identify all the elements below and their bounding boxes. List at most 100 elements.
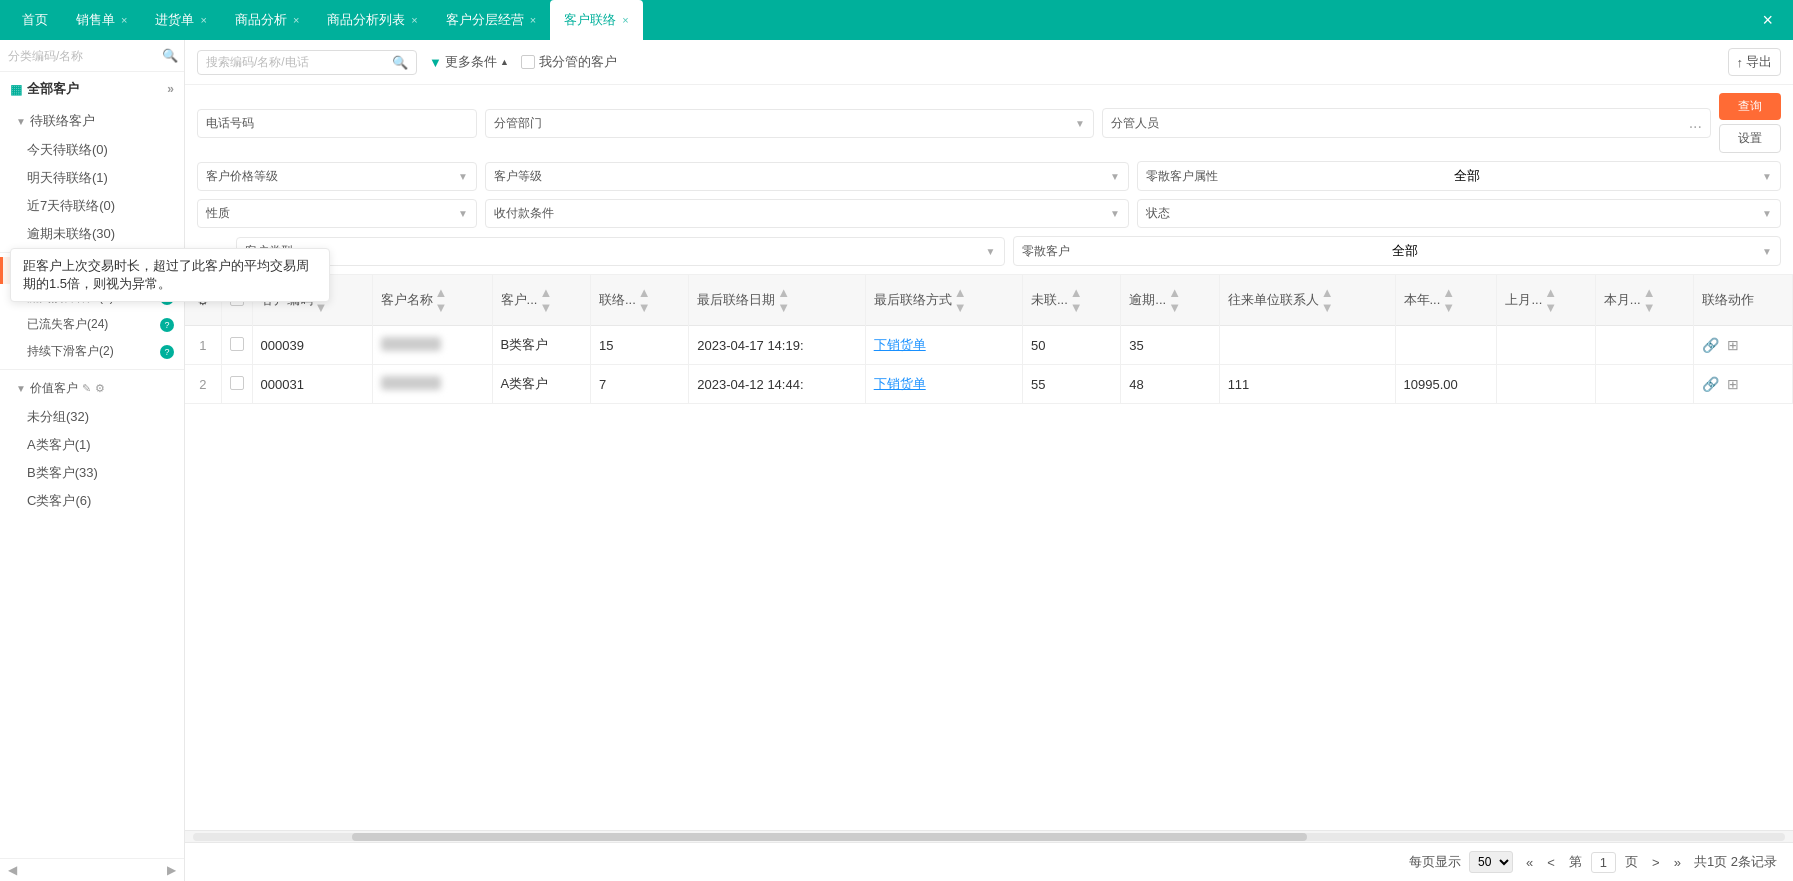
th-last-contact-date: 最后联络日期 ▲▼ <box>689 275 865 326</box>
nav-analysis-list[interactable]: 商品分析列表 × <box>313 0 431 40</box>
price-level-filter[interactable]: 客户价格等级 ▼ <box>197 162 477 191</box>
row1-grid-icon[interactable]: ⊞ <box>1727 337 1739 353</box>
sidebar-scroll-right[interactable]: ▶ <box>167 863 176 877</box>
row2-this-year: 10995.00 <box>1395 365 1497 404</box>
nav-sales[interactable]: 销售单 × <box>62 0 141 40</box>
scrollbar-thumb[interactable] <box>352 833 1307 841</box>
manager-filter[interactable]: 分管人员 ... <box>1102 108 1711 138</box>
advanced-filters: 电话号码 分管部门 ▼ 分管人员 ... 查询 设置 客户价格等级 <box>185 85 1793 275</box>
gender-filter[interactable]: 性质 ▼ <box>197 199 477 228</box>
row1-index: 1 <box>185 326 221 365</box>
row1-checkbox-icon[interactable] <box>230 337 244 351</box>
last-page-button[interactable]: » <box>1669 853 1686 872</box>
window-close-button[interactable]: × <box>1750 10 1785 31</box>
sidebar-scroll-left[interactable]: ◀ <box>8 863 17 877</box>
retail-attr-filter[interactable]: 零散客户属性 全部 ▼ <box>1137 161 1781 191</box>
search-icon[interactable]: 🔍 <box>392 55 408 70</box>
nav-analysis-list-close[interactable]: × <box>411 14 417 26</box>
row1-checkbox[interactable] <box>221 326 252 365</box>
nav-purchase[interactable]: 进货单 × <box>141 0 220 40</box>
sidebar-search-icon[interactable]: 🔍 <box>162 48 178 63</box>
row2-checkbox[interactable] <box>221 365 252 404</box>
first-page-button[interactable]: « <box>1521 853 1538 872</box>
row2-contact-method-link[interactable]: 下销货单 <box>874 376 926 391</box>
settings-button[interactable]: 设置 <box>1719 124 1781 153</box>
row2-grid-icon[interactable]: ⊞ <box>1727 376 1739 392</box>
value-customer-label: 价值客户 <box>30 380 78 397</box>
nav-sales-close[interactable]: × <box>121 14 127 26</box>
per-page-select[interactable]: 50 <box>1469 851 1513 873</box>
nav-home[interactable]: 首页 <box>8 0 62 40</box>
row2-name-blur <box>381 376 441 390</box>
sidebar-item-today[interactable]: 今天待联络(0) <box>0 136 184 164</box>
th-overdue-label: 逾期... <box>1129 291 1166 309</box>
sidebar-search-input[interactable] <box>8 49 158 63</box>
sidebar-item-tomorrow[interactable]: 明天待联络(1) <box>0 164 184 192</box>
b-class-label: B类客户(33) <box>27 465 98 480</box>
customer-type-filter[interactable]: 客户类型 ▼ <box>236 237 1005 266</box>
sidebar-item-a-class[interactable]: A类客户(1) <box>0 431 184 459</box>
collapse-icon[interactable]: » <box>167 82 174 96</box>
nav-purchase-close[interactable]: × <box>200 14 206 26</box>
department-filter[interactable]: 分管部门 ▼ <box>485 109 1094 138</box>
row2-checkbox-icon[interactable] <box>230 376 244 390</box>
prev-page-button[interactable]: < <box>1542 853 1560 872</box>
sidebar-item-c-class[interactable]: C类客户(6) <box>0 487 184 515</box>
edit-icon[interactable]: ✎ <box>82 382 91 395</box>
phone-filter[interactable]: 电话号码 <box>197 109 477 138</box>
retail-attr-label: 零散客户属性 <box>1146 168 1448 185</box>
table-row: 1 000039 B类客户 <box>185 326 1793 365</box>
row1-last-contact-method: 下销货单 <box>865 326 1022 365</box>
th-action-label: 联络动作 <box>1702 292 1754 307</box>
sidebar-search-area: 🔍 <box>0 40 184 72</box>
more-conditions-label: 更多条件 <box>445 53 497 71</box>
row1-customer-type: B类客户 <box>492 326 590 365</box>
all-customers-header[interactable]: ▦ 全部客户 » <box>0 72 184 106</box>
filter-row-3: 性质 ▼ 收付款条件 ▼ 状态 ▼ <box>197 199 1781 228</box>
nav-analysis[interactable]: 商品分析 × <box>221 0 313 40</box>
retail-customer-filter[interactable]: 零散客户 全部 ▼ <box>1013 236 1782 266</box>
row2-link-icon[interactable]: 🔗 <box>1702 376 1719 392</box>
sidebar-item-declining[interactable]: 持续下滑客户(2) ? <box>0 338 184 365</box>
sidebar-item-7days[interactable]: 近7天待联络(0) <box>0 192 184 220</box>
per-page-label: 每页显示 <box>1409 853 1461 871</box>
gender-arrow: ▼ <box>458 208 468 219</box>
nav-customer-contact-close[interactable]: × <box>622 14 628 26</box>
row2-contact: 7 <box>590 365 688 404</box>
export-button[interactable]: ↑ 导出 <box>1728 48 1782 76</box>
customer-level-filter[interactable]: 客户等级 ▼ <box>485 162 1129 191</box>
main-layout: 🔍 ▦ 全部客户 » ▼ 待联络客户 今天待联络(0) 明天待联络(1) 近7天… <box>0 40 1793 881</box>
value-customer-group[interactable]: ▼ 价值客户 ✎ ⚙ <box>0 374 184 403</box>
horizontal-scrollbar[interactable] <box>185 830 1793 842</box>
row1-link-icon[interactable]: 🔗 <box>1702 337 1719 353</box>
sidebar-item-already-lost[interactable]: 已流失客户(24) ? <box>0 311 184 338</box>
row2-last-contact-date: 2023-04-12 14:44: <box>689 365 865 404</box>
nav-customer-contact-label: 客户联络 <box>564 11 616 29</box>
sidebar-item-overdue[interactable]: 逾期未联络(30) <box>0 220 184 248</box>
row1-contact-method-link[interactable]: 下销货单 <box>874 337 926 352</box>
settings-icon-small[interactable]: ⚙ <box>95 382 105 395</box>
sidebar-item-b-class[interactable]: B类客户(33) <box>0 459 184 487</box>
payment-terms-filter[interactable]: 收付款条件 ▼ <box>485 199 1129 228</box>
sidebar-item-ungroup[interactable]: 未分组(32) <box>0 403 184 431</box>
current-page-input[interactable]: 1 <box>1591 852 1616 873</box>
grid-icon: ▦ <box>10 82 22 97</box>
nav-sales-label: 销售单 <box>76 11 115 29</box>
price-level-arrow: ▼ <box>458 171 468 182</box>
my-customers-checkbox[interactable]: 我分管的客户 <box>521 53 617 71</box>
status-filter[interactable]: 状态 ▼ <box>1137 199 1781 228</box>
more-conditions-btn[interactable]: ▼ 更多条件 ▲ <box>429 53 509 71</box>
nav-customer-contact[interactable]: 客户联络 × <box>550 0 642 40</box>
search-input[interactable] <box>206 55 392 69</box>
th-name: 客户名称 ▲▼ <box>372 275 492 326</box>
query-button[interactable]: 查询 <box>1719 93 1781 120</box>
manager-dots[interactable]: ... <box>1689 114 1702 132</box>
nav-customer-segment-close[interactable]: × <box>530 14 536 26</box>
payment-terms-label: 收付款条件 <box>494 205 1110 222</box>
row1-actions: 🔗 ⊞ <box>1694 326 1793 365</box>
next-page-button[interactable]: > <box>1647 853 1665 872</box>
top-navigation: 首页 销售单 × 进货单 × 商品分析 × 商品分析列表 × 客户分层经营 × … <box>0 0 1793 40</box>
nav-analysis-close[interactable]: × <box>293 14 299 26</box>
pending-contact-group[interactable]: ▼ 待联络客户 <box>0 106 184 136</box>
nav-customer-segment[interactable]: 客户分层经营 × <box>432 0 550 40</box>
